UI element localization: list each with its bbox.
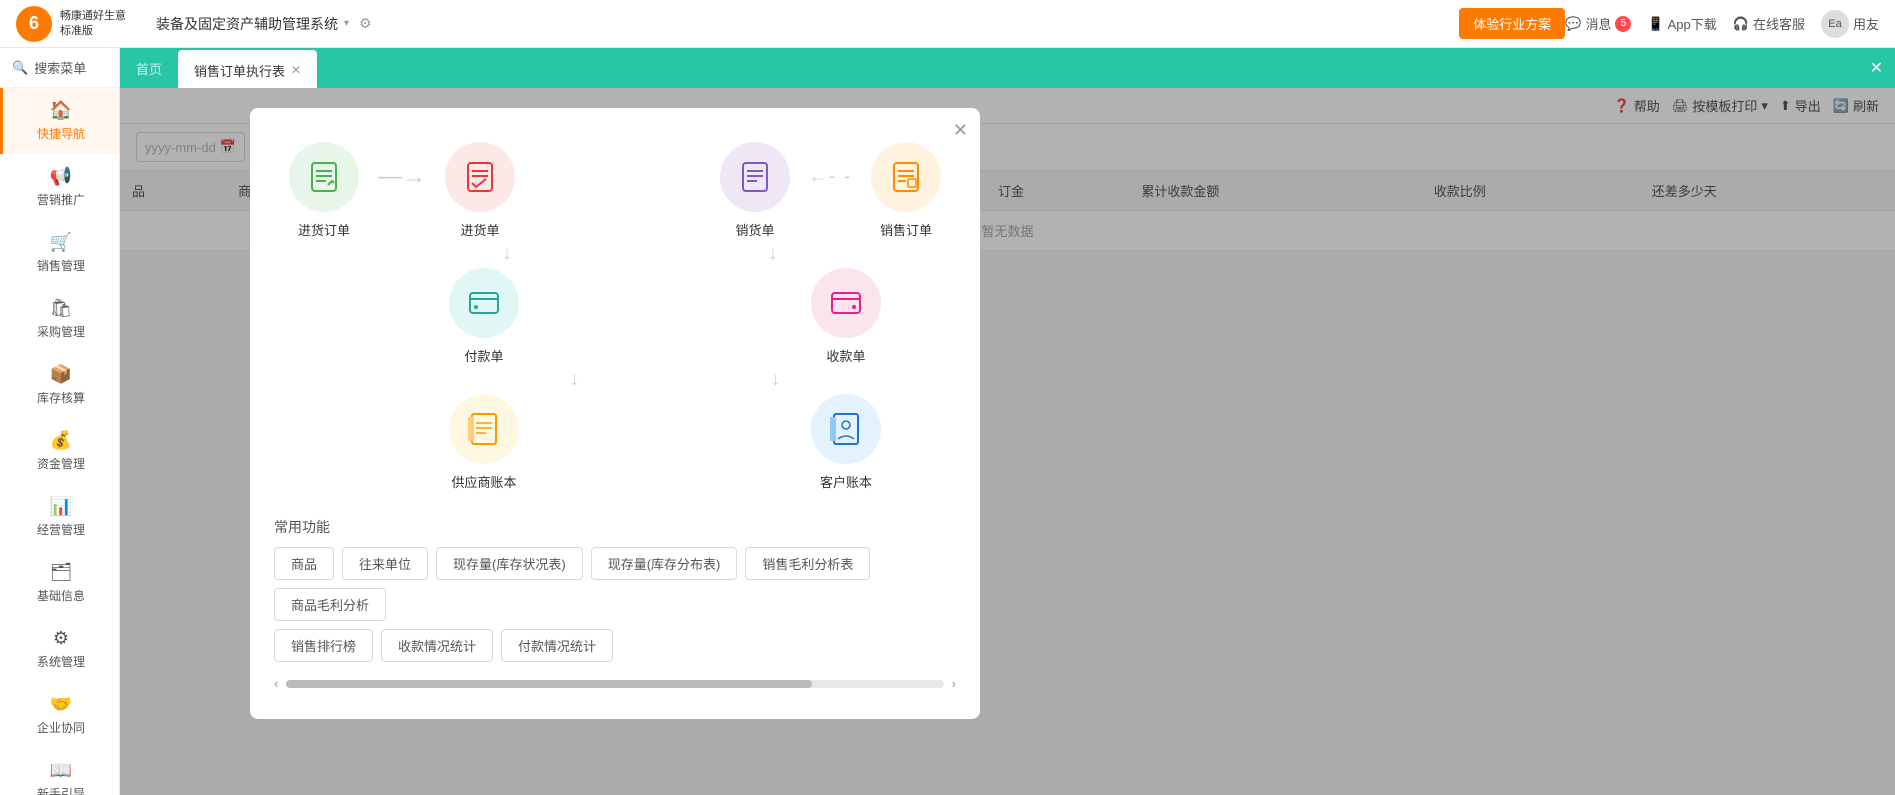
sales-bill-circle bbox=[720, 142, 790, 212]
service-icon: 🎧 bbox=[1733, 16, 1749, 32]
common-btn-product[interactable]: 商品 bbox=[274, 547, 334, 580]
common-btns-row-1: 商品 往来单位 现存量(库存状况表) 现存量(库存分布表) 销售毛利分析表 商品… bbox=[274, 547, 956, 621]
flow-arrows-down: ↓ ↓ bbox=[274, 239, 956, 268]
supplier-ledger-circle bbox=[449, 394, 519, 464]
flow-node-supplier-ledger[interactable]: 供应商账本 bbox=[434, 394, 534, 491]
common-btn-sales-rank[interactable]: 销售排行榜 bbox=[274, 629, 373, 662]
modal-close-btn[interactable]: ✕ bbox=[953, 120, 968, 141]
dropdown-icon[interactable]: ▾ bbox=[344, 18, 349, 29]
flow-node-sales-order[interactable]: 销售订单 bbox=[856, 142, 956, 239]
customer-ledger-circle bbox=[811, 394, 881, 464]
avatar: Ea bbox=[1821, 10, 1849, 38]
user-item[interactable]: Ea 用友 bbox=[1821, 10, 1879, 38]
message-item[interactable]: 💬 消息 5 bbox=[1565, 14, 1631, 33]
logo-text: 畅康通好生意 标准版 bbox=[60, 9, 126, 38]
sidebar: 🔍 搜索菜单 🏠 快捷导航 📢 营销推广 🛒 销售管理 🛍 采购管理 📦 bbox=[0, 48, 120, 795]
logo-area: 6 畅康通好生意 标准版 bbox=[16, 6, 136, 42]
purchase-bill-circle bbox=[445, 142, 515, 212]
tab-bar: 首页 销售订单执行表 ✕ ✕ bbox=[120, 48, 1895, 88]
sidebar-item-system[interactable]: ⚙ 系统管理 bbox=[0, 616, 119, 682]
scrollbar-thumb bbox=[286, 680, 812, 688]
payment-circle bbox=[449, 268, 519, 338]
top-bar: 6 畅康通好生意 标准版 装备及固定资产辅助管理系统 ▾ ⚙ 体验行业方案 💬 … bbox=[0, 0, 1895, 48]
arrow-1: —→ bbox=[378, 163, 426, 191]
sidebar-item-newbie[interactable]: 📖 新手引导 bbox=[0, 748, 119, 795]
modal-box: ✕ 进货订单 bbox=[250, 108, 980, 719]
sidebar-item-quick-nav[interactable]: 🏠 快捷导航 bbox=[0, 88, 119, 154]
common-btn-payment-stats[interactable]: 付款情况统计 bbox=[501, 629, 613, 662]
flow-node-receipt[interactable]: 收款单 bbox=[796, 268, 896, 365]
scroll-left-btn[interactable]: ‹ bbox=[274, 676, 278, 691]
tab-home[interactable]: 首页 bbox=[120, 48, 178, 88]
experience-btn[interactable]: 体验行业方案 bbox=[1459, 8, 1565, 39]
sales-icon: 🛒 bbox=[50, 232, 72, 253]
flow-row-1: 进货订单 —→ bbox=[274, 142, 956, 239]
app-download-item[interactable]: 📱 App下载 bbox=[1647, 14, 1716, 33]
common-btns-row-2: 销售排行榜 收款情况统计 付款情况统计 bbox=[274, 629, 956, 662]
flow-row-3: 供应商账本 客户账本 bbox=[274, 394, 956, 491]
receipt-circle bbox=[811, 268, 881, 338]
flow-arrows-down-2: ↓ ↓ bbox=[274, 365, 956, 394]
sidebar-search[interactable]: 🔍 搜索菜单 bbox=[0, 48, 119, 88]
flow-node-purchase-bill[interactable]: 进货单 bbox=[430, 142, 530, 239]
sidebar-item-inventory[interactable]: 📦 库存核算 bbox=[0, 352, 119, 418]
flow-node-customer-ledger[interactable]: 客户账本 bbox=[796, 394, 896, 491]
flow-row-2: 付款单 收款单 bbox=[274, 268, 956, 365]
search-icon: 🔍 bbox=[12, 60, 28, 76]
phone-icon: 📱 bbox=[1647, 16, 1663, 32]
common-btn-receipt-stats[interactable]: 收款情况统计 bbox=[381, 629, 493, 662]
sidebar-item-basic-info[interactable]: 🗂 基础信息 bbox=[0, 550, 119, 616]
common-btn-stock-status[interactable]: 现存量(库存状况表) bbox=[436, 547, 583, 580]
finance-icon: 💰 bbox=[50, 430, 72, 451]
marketing-icon: 📢 bbox=[50, 166, 72, 187]
sidebar-item-sales[interactable]: 🛒 销售管理 bbox=[0, 220, 119, 286]
content-close-btn[interactable]: ✕ bbox=[1870, 58, 1883, 78]
sidebar-item-finance[interactable]: 💰 资金管理 bbox=[0, 418, 119, 484]
app-container: 6 畅康通好生意 标准版 装备及固定资产辅助管理系统 ▾ ⚙ 体验行业方案 💬 … bbox=[0, 0, 1895, 795]
main-layout: 🔍 搜索菜单 🏠 快捷导航 📢 营销推广 🛒 销售管理 🛍 采购管理 📦 bbox=[0, 48, 1895, 795]
home-icon: 🏠 bbox=[50, 100, 72, 121]
sales-order-circle bbox=[871, 142, 941, 212]
scroll-right-btn[interactable]: › bbox=[952, 676, 956, 691]
common-btn-stock-dist[interactable]: 现存量(库存分布表) bbox=[591, 547, 738, 580]
content-area: 首页 销售订单执行表 ✕ ✕ ❓ 帮助 🖨 bbox=[120, 48, 1895, 795]
common-btn-product-margin[interactable]: 商品毛利分析 bbox=[274, 588, 386, 621]
common-btn-sales-margin[interactable]: 销售毛利分析表 bbox=[745, 547, 870, 580]
sidebar-item-purchase[interactable]: 🛍 采购管理 bbox=[0, 286, 119, 352]
system-title: 装备及固定资产辅助管理系统 ▾ ⚙ bbox=[136, 14, 1449, 34]
flow-node-sales-bill[interactable]: 销货单 bbox=[705, 142, 805, 239]
common-title: 常用功能 bbox=[274, 517, 956, 537]
operations-icon: 📊 bbox=[50, 496, 72, 517]
gear-icon[interactable]: ⚙ bbox=[359, 15, 372, 32]
system-icon: ⚙ bbox=[53, 628, 69, 649]
tab-sales-order[interactable]: 销售订单执行表 ✕ bbox=[178, 50, 317, 90]
modal-overlay: ✕ 进货订单 bbox=[120, 88, 1895, 795]
scrollbar-track[interactable] bbox=[286, 680, 943, 688]
top-right: 💬 消息 5 📱 App下载 🎧 在线客服 Ea 用友 bbox=[1565, 10, 1879, 38]
online-service-item[interactable]: 🎧 在线客服 bbox=[1733, 14, 1805, 33]
flow-node-purchase-order[interactable]: 进货订单 bbox=[274, 142, 374, 239]
flow-section: 进货订单 —→ bbox=[274, 132, 956, 507]
enterprise-icon: 🤝 bbox=[50, 694, 72, 715]
logo-icon: 6 bbox=[16, 6, 52, 42]
sidebar-item-enterprise[interactable]: 🤝 企业协同 bbox=[0, 682, 119, 748]
newbie-icon: 📖 bbox=[50, 760, 72, 781]
message-icon: 💬 bbox=[1565, 16, 1581, 32]
purchase-icon: 🛍 bbox=[50, 298, 73, 319]
purchase-order-circle bbox=[289, 142, 359, 212]
sidebar-item-marketing[interactable]: 📢 营销推广 bbox=[0, 154, 119, 220]
flow-node-payment[interactable]: 付款单 bbox=[434, 268, 534, 365]
common-section: 常用功能 商品 往来单位 现存量(库存状况表) 现存量(库存分布表) 销售毛利分… bbox=[274, 507, 956, 672]
sidebar-item-operations[interactable]: 📊 经营管理 bbox=[0, 484, 119, 550]
arrow-dashed: ←- - bbox=[809, 166, 852, 187]
basic-info-icon: 🗂 bbox=[50, 562, 73, 583]
page-content: ❓ 帮助 🖨 按模板打印 ▾ ⬆ 导出 🔄 刷新 bbox=[120, 88, 1895, 795]
inventory-icon: 📦 bbox=[50, 364, 72, 385]
scrollbar-row: ‹ › bbox=[274, 672, 956, 695]
common-btn-partner[interactable]: 往来单位 bbox=[342, 547, 428, 580]
tab-close-btn[interactable]: ✕ bbox=[291, 63, 301, 77]
